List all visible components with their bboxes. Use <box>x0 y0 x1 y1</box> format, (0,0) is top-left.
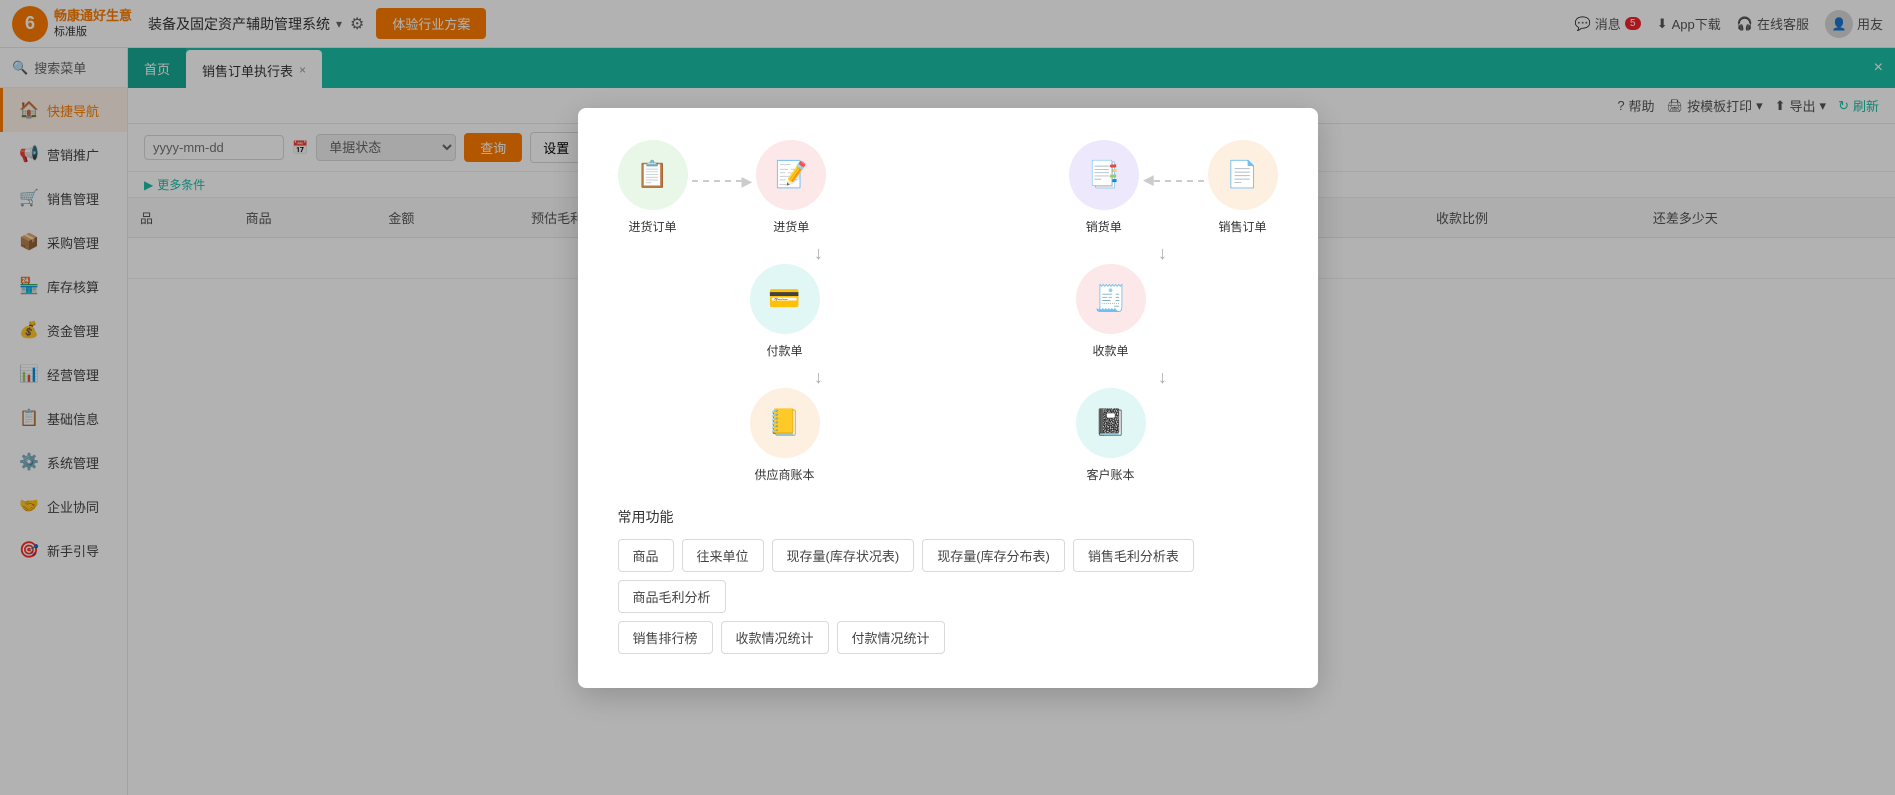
func-btn-stock-dist[interactable]: 现存量(库存分布表) <box>922 539 1065 572</box>
func-btn-payment-stat[interactable]: 付款情况统计 <box>837 621 945 654</box>
flow-sales-order[interactable]: 📄 销售订单 <box>1208 140 1278 235</box>
supplier-ledger-icon: 📒 <box>750 388 820 458</box>
flow-payment-order[interactable]: 💳 付款单 <box>750 264 820 359</box>
customer-ledger-icon: 📓 <box>1076 388 1146 458</box>
sales-bill-label: 销货单 <box>1086 218 1122 235</box>
function-buttons-row1: 商品 往来单位 现存量(库存状况表) 现存量(库存分布表) 销售毛利分析表 商品… <box>618 539 1278 613</box>
supplier-ledger-label: 供应商账本 <box>754 466 814 483</box>
func-btn-product[interactable]: 商品 <box>618 539 674 572</box>
flow-customer-ledger[interactable]: 📓 客户账本 <box>1076 388 1146 483</box>
func-btn-product-margin[interactable]: 商品毛利分析 <box>618 580 726 613</box>
purchase-order-icon: 📋 <box>618 140 688 210</box>
function-buttons-row2: 销售排行榜 收款情况统计 付款情况统计 <box>618 621 1278 654</box>
purchase-order-label: 进货订单 <box>628 218 676 235</box>
sales-bill-icon: 📑 <box>1069 140 1139 210</box>
func-btn-partner[interactable]: 往来单位 <box>682 539 764 572</box>
common-functions-title: 常用功能 <box>618 507 1278 527</box>
customer-ledger-label: 客户账本 <box>1086 466 1134 483</box>
purchase-bill-label: 进货单 <box>773 218 809 235</box>
common-functions-section: 常用功能 商品 往来单位 现存量(库存状况表) 现存量(库存分布表) 销售毛利分… <box>618 491 1278 670</box>
receipt-order-icon: 🧾 <box>1076 264 1146 334</box>
receipt-order-label: 收款单 <box>1092 342 1128 359</box>
flow-purchase-bill[interactable]: 📝 进货单 <box>756 140 826 235</box>
func-btn-sales-rank[interactable]: 销售排行榜 <box>618 621 713 654</box>
payment-order-icon: 💳 <box>750 264 820 334</box>
flow-purchase-order[interactable]: 📋 进货订单 <box>618 140 688 235</box>
flow-receipt-order[interactable]: 🧾 收款单 <box>1076 264 1146 359</box>
func-btn-receipt-stat[interactable]: 收款情况统计 <box>721 621 829 654</box>
quick-nav-modal: 📋 进货订单 ▶ 📝 <box>578 108 1318 688</box>
sales-order-icon: 📄 <box>1208 140 1278 210</box>
flow-sales-bill[interactable]: 📑 销货单 <box>1069 140 1139 235</box>
purchase-bill-icon: 📝 <box>756 140 826 210</box>
payment-order-label: 付款单 <box>766 342 802 359</box>
flow-supplier-ledger[interactable]: 📒 供应商账本 <box>750 388 820 483</box>
func-btn-sales-margin[interactable]: 销售毛利分析表 <box>1073 539 1194 572</box>
modal-overlay[interactable]: 📋 进货订单 ▶ 📝 <box>0 0 1895 795</box>
func-btn-stock-status[interactable]: 现存量(库存状况表) <box>772 539 915 572</box>
sales-order-label: 销售订单 <box>1218 218 1266 235</box>
